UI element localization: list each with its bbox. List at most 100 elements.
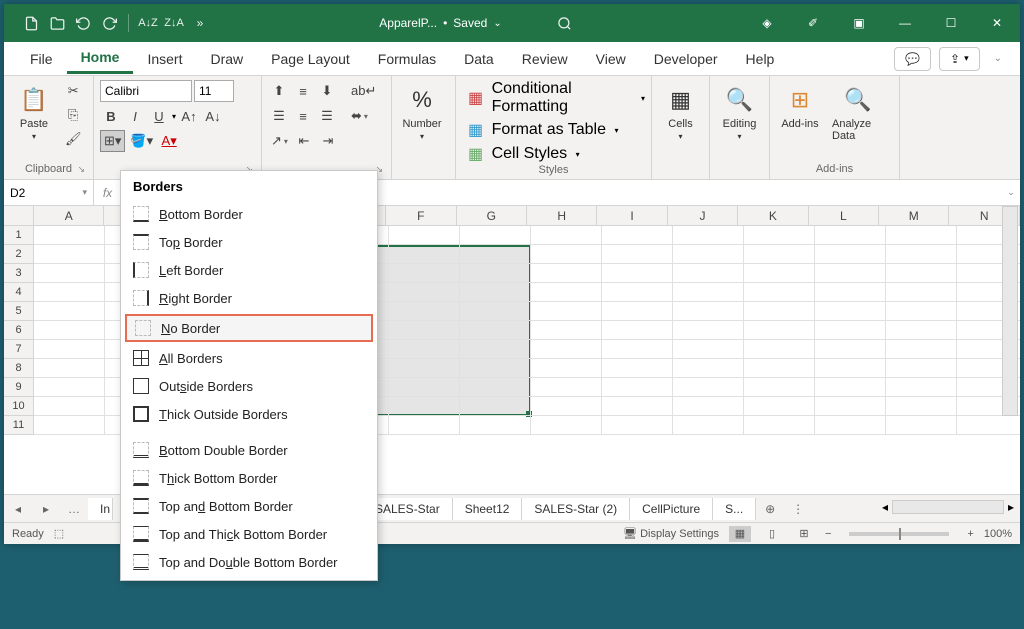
cell[interactable]: [957, 416, 1020, 435]
shrink-font-button[interactable]: A↓: [202, 105, 224, 127]
cell[interactable]: [531, 416, 602, 435]
cell[interactable]: [602, 416, 673, 435]
comments-button[interactable]: 💬: [894, 47, 931, 71]
cell[interactable]: [389, 397, 460, 416]
row-header[interactable]: 9: [4, 378, 34, 397]
cell[interactable]: [460, 397, 531, 416]
cell[interactable]: [815, 378, 886, 397]
cell[interactable]: [460, 226, 531, 245]
cell[interactable]: [531, 245, 602, 264]
cell[interactable]: [531, 302, 602, 321]
cell[interactable]: [34, 340, 105, 359]
cell[interactable]: [886, 283, 957, 302]
zoom-level[interactable]: 100%: [984, 528, 1012, 540]
column-header[interactable]: A: [34, 206, 104, 226]
redo-icon[interactable]: [98, 12, 120, 34]
cell[interactable]: [602, 302, 673, 321]
cell[interactable]: [602, 397, 673, 416]
border-top-item[interactable]: Top Border: [121, 228, 377, 256]
align-center-icon[interactable]: ≡: [292, 105, 314, 127]
cell[interactable]: [886, 321, 957, 340]
bold-button[interactable]: B: [100, 105, 122, 127]
conditional-formatting-button[interactable]: ▦ Conditional Formatting ▾: [468, 80, 645, 116]
search-icon[interactable]: [554, 12, 576, 34]
row-header[interactable]: 5: [4, 302, 34, 321]
border-all-item[interactable]: All Borders: [121, 344, 377, 372]
column-header[interactable]: K: [738, 206, 808, 226]
new-sheet-button[interactable]: ⊕: [756, 502, 784, 516]
grow-font-button[interactable]: A↑: [178, 105, 200, 127]
align-top-icon[interactable]: ⬆: [268, 80, 290, 102]
cell[interactable]: [815, 264, 886, 283]
page-layout-view-icon[interactable]: ▯: [761, 526, 783, 542]
zoom-in-button[interactable]: +: [967, 528, 973, 540]
cell[interactable]: [460, 340, 531, 359]
maximize-button[interactable]: ☐: [928, 4, 974, 42]
column-header[interactable]: H: [527, 206, 597, 226]
cell[interactable]: [815, 416, 886, 435]
borders-button[interactable]: ⊞▾: [100, 130, 125, 152]
row-header[interactable]: 11: [4, 416, 34, 435]
cell[interactable]: [744, 226, 815, 245]
cell[interactable]: [744, 340, 815, 359]
cell[interactable]: [815, 321, 886, 340]
cell[interactable]: [886, 359, 957, 378]
cell[interactable]: [744, 264, 815, 283]
cell[interactable]: [34, 264, 105, 283]
menu-data[interactable]: Data: [450, 45, 508, 73]
menu-view[interactable]: View: [582, 45, 640, 73]
cell[interactable]: [602, 245, 673, 264]
italic-button[interactable]: I: [124, 105, 146, 127]
cell[interactable]: [886, 302, 957, 321]
row-header[interactable]: 8: [4, 359, 34, 378]
row-header[interactable]: 4: [4, 283, 34, 302]
cell[interactable]: [886, 416, 957, 435]
tabs-menu-icon[interactable]: …: [60, 502, 88, 516]
zoom-slider[interactable]: [849, 532, 949, 536]
qat-overflow-icon[interactable]: »: [189, 12, 211, 34]
cell[interactable]: [389, 321, 460, 340]
cell[interactable]: [673, 321, 744, 340]
column-header[interactable]: I: [597, 206, 667, 226]
row-header[interactable]: 1: [4, 226, 34, 245]
normal-view-icon[interactable]: ▦: [729, 526, 751, 542]
cell[interactable]: [744, 397, 815, 416]
menu-help[interactable]: Help: [732, 45, 789, 73]
menu-review[interactable]: Review: [508, 45, 582, 73]
cell[interactable]: [673, 302, 744, 321]
column-header[interactable]: F: [386, 206, 456, 226]
cell[interactable]: [815, 397, 886, 416]
dialog-launcher-icon[interactable]: ↘: [77, 164, 85, 175]
cell[interactable]: [815, 245, 886, 264]
cell[interactable]: [602, 226, 673, 245]
border-thick-bottom-item[interactable]: Thick Bottom Border: [121, 464, 377, 492]
cells-button[interactable]: ▦Cells▾: [658, 80, 703, 145]
cell[interactable]: [389, 226, 460, 245]
cell[interactable]: [815, 226, 886, 245]
zoom-out-button[interactable]: −: [825, 528, 831, 540]
cell[interactable]: [673, 283, 744, 302]
cell[interactable]: [602, 378, 673, 397]
share-button[interactable]: ⇪▾: [939, 47, 980, 71]
row-header[interactable]: 10: [4, 397, 34, 416]
cell[interactable]: [389, 264, 460, 283]
menu-developer[interactable]: Developer: [640, 45, 732, 73]
copy-icon[interactable]: ⎘: [62, 104, 84, 126]
cell[interactable]: [531, 359, 602, 378]
cell[interactable]: [673, 226, 744, 245]
scroll-first-icon[interactable]: ◂: [4, 502, 32, 516]
border-bottom-double-item[interactable]: Bottom Double Border: [121, 436, 377, 464]
paste-button[interactable]: 📋 Paste ▾: [10, 80, 58, 145]
fill-color-button[interactable]: 🪣▾: [127, 130, 156, 152]
cell[interactable]: [531, 283, 602, 302]
expand-formula-icon[interactable]: ⌄: [1002, 180, 1020, 205]
cell[interactable]: [886, 245, 957, 264]
cell[interactable]: [673, 378, 744, 397]
cell[interactable]: [886, 378, 957, 397]
cell-styles-button[interactable]: ▦ Cell Styles ▾: [468, 144, 580, 164]
chevron-down-icon[interactable]: ⌄: [493, 18, 501, 29]
border-none-item[interactable]: No Border: [125, 314, 373, 342]
align-middle-icon[interactable]: ≡: [292, 80, 314, 102]
fx-icon[interactable]: fx: [94, 180, 122, 205]
row-header[interactable]: 3: [4, 264, 34, 283]
